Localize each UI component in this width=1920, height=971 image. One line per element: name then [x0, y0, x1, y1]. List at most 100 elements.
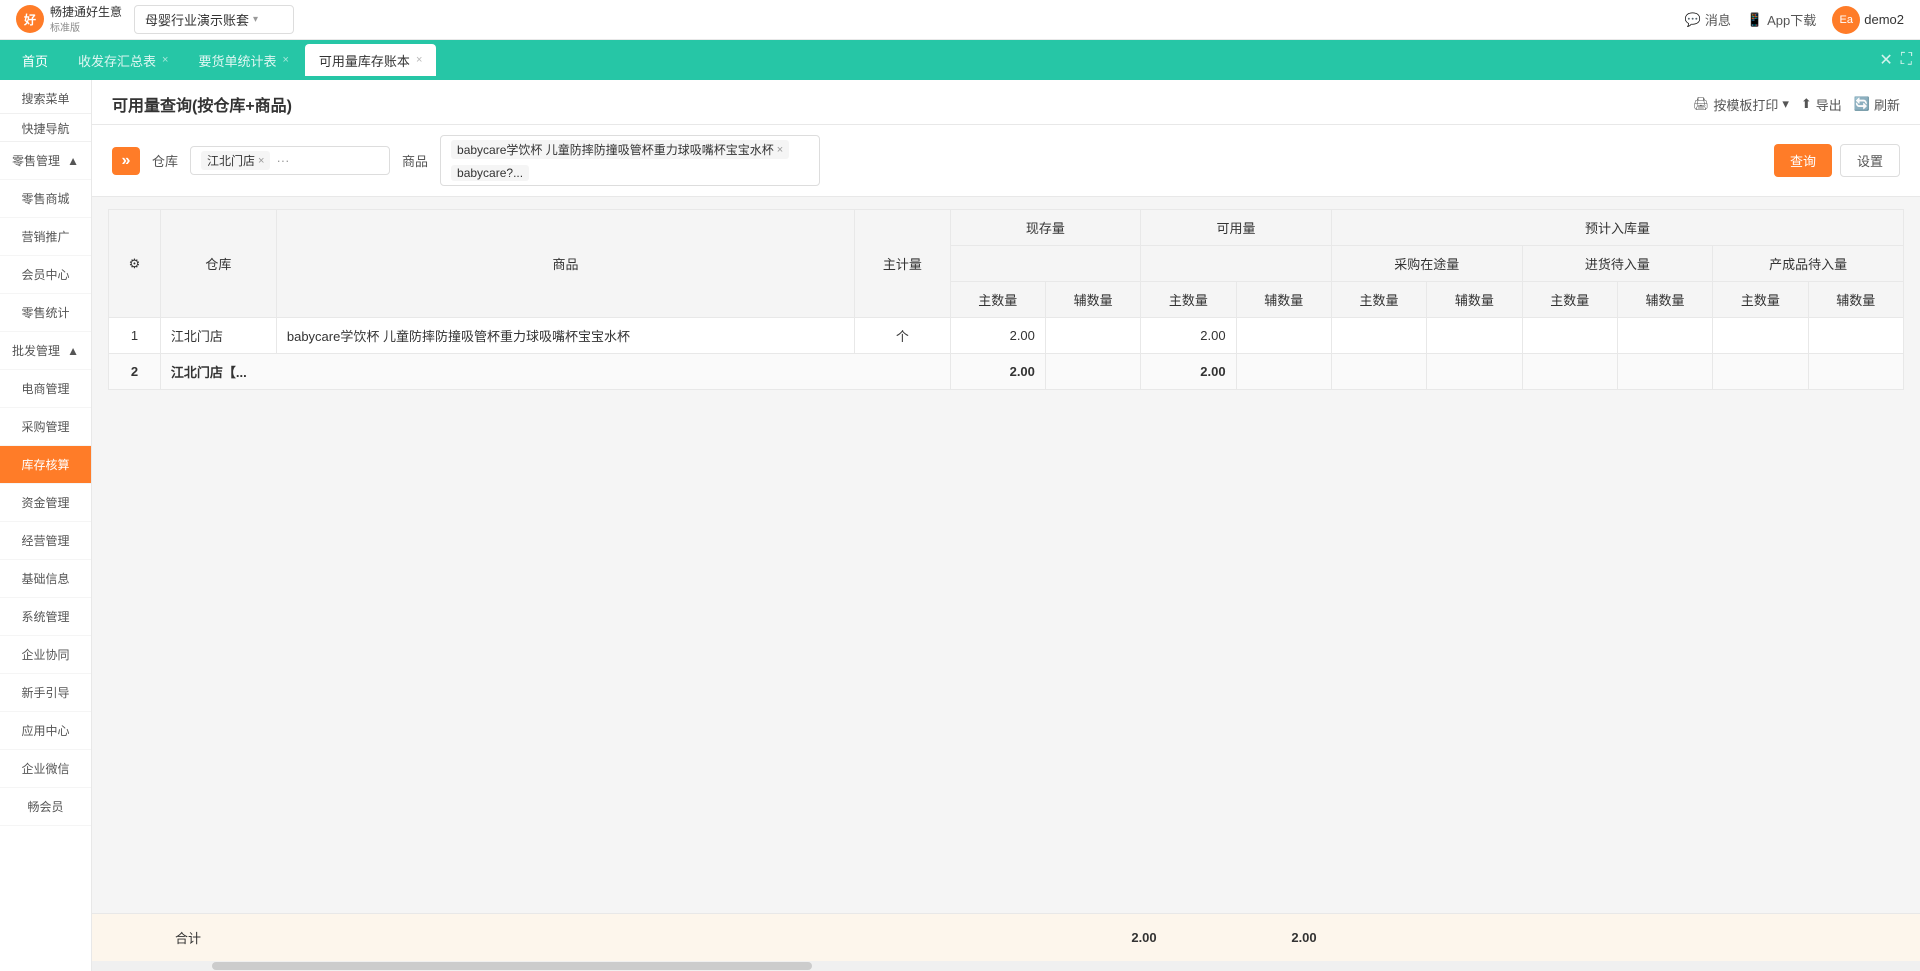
top-bar-left: 好 畅捷通好生意 标准版 母婴行业演示账套 ▾	[16, 5, 294, 34]
sidebar-item-purchase[interactable]: 采购管理	[0, 408, 91, 446]
sidebar-retail-label: 零售管理	[12, 152, 60, 169]
page-actions: 🖨 按模板打印 ▾ ⬆ 导出 🔄 刷新	[1693, 95, 1900, 114]
refresh-label: 刷新	[1874, 95, 1900, 114]
nav-tabs: 首页 收发存汇总表 × 要货单统计表 × 可用量库存账本 × ✕ ⛶	[0, 40, 1920, 80]
sidebar-ecommerce-label: 电商管理	[21, 380, 69, 397]
close-all-tabs-icon[interactable]: ✕	[1879, 50, 1892, 70]
logo-sub: 标准版	[50, 19, 122, 34]
sidebar-item-onboarding[interactable]: 新手引导	[0, 674, 91, 712]
row-1-avail-main: 2.00	[1141, 318, 1236, 354]
sidebar-item-wechat[interactable]: 企业微信	[0, 750, 91, 788]
top-bar: 好 畅捷通好生意 标准版 母婴行业演示账套 ▾ 💬 消息 📱 App下载 Ea …	[0, 0, 1920, 40]
col-product-header: 商品	[276, 210, 854, 318]
row-1-produced-sub	[1808, 318, 1903, 354]
row-1-unit: 个	[855, 318, 950, 354]
sidebar-search[interactable]: 搜索菜单	[0, 80, 91, 114]
tab-keyongliang[interactable]: 可用量库存账本 ×	[305, 44, 436, 76]
sidebar-quick-nav[interactable]: 快捷导航	[0, 114, 91, 142]
print-icon: 🖨	[1693, 96, 1710, 112]
sidebar-wholesale-label: 批发管理	[12, 342, 60, 359]
row-1-incoming-main	[1522, 318, 1617, 354]
total-row: 合计 2.00 2.00	[108, 922, 1904, 953]
account-name: 母婴行业演示账套	[145, 10, 249, 29]
subtotal-avail-sub	[1236, 354, 1331, 390]
col-purchase-header: 采购在途量	[1331, 246, 1522, 282]
export-button[interactable]: ⬆ 导出	[1801, 95, 1842, 114]
app-download-button[interactable]: 📱 App下载	[1747, 10, 1816, 29]
avatar-text: Ea	[1840, 14, 1853, 26]
app-label: App下载	[1767, 10, 1816, 29]
sidebar-enterprise-collab-label: 企业协同	[21, 646, 69, 663]
product-tag-1-text: babycare学饮杯 儿童防摔防撞吸管杯重力球吸嘴杯宝宝水杯	[457, 141, 774, 158]
row-1-stock-sub	[1045, 318, 1140, 354]
sidebar-retail-mall-label: 零售商城	[21, 190, 69, 207]
tab-yaohuo[interactable]: 要货单统计表 ×	[184, 44, 302, 76]
col-produced-main-header: 主数量	[1713, 282, 1808, 318]
settings-gear-icon: ⚙	[129, 256, 141, 271]
sidebar-item-retail-mall[interactable]: 零售商城	[0, 180, 91, 218]
logo-icon: 好	[16, 5, 44, 33]
sidebar-item-enterprise-collab[interactable]: 企业协同	[0, 636, 91, 674]
sidebar-item-operations[interactable]: 经营管理	[0, 522, 91, 560]
col-avail-sub-header2: 辅数量	[1236, 282, 1331, 318]
sidebar-purchase-label: 采购管理	[21, 418, 69, 435]
sidebar-item-retail-stats[interactable]: 零售统计	[0, 294, 91, 332]
sidebar-item-basic-info[interactable]: 基础信息	[0, 560, 91, 598]
subtotal-warehouse: 江北门店【...	[160, 354, 950, 390]
expand-icon[interactable]: ⛶	[1901, 51, 1912, 69]
refresh-button[interactable]: 🔄 刷新	[1854, 95, 1900, 114]
close-tab-yaohuo-icon[interactable]: ×	[282, 54, 288, 66]
horizontal-scrollbar[interactable]	[92, 961, 1920, 971]
warehouse-label: 仓库	[152, 151, 178, 170]
col-forecast-header: 预计入库量	[1331, 210, 1903, 246]
scrollbar-thumb[interactable]	[212, 962, 812, 970]
product-tag-1-close-icon[interactable]: ×	[777, 144, 783, 156]
sidebar-item-wholesale-mgmt[interactable]: 批发管理 ▲	[0, 332, 91, 370]
inventory-table: ⚙ 仓库 商品 主计量 现存量 可用量 预计入库量 采购在途量 进货待入量	[108, 209, 1904, 390]
col-stock-sub-header	[950, 246, 1141, 282]
avatar: Ea	[1832, 6, 1860, 34]
tab-shoufacun[interactable]: 收发存汇总表 ×	[64, 44, 182, 76]
quick-nav-label: 快捷导航	[21, 122, 69, 136]
col-stock-main-header: 主数量	[950, 282, 1045, 318]
close-tab-keyongliang-icon[interactable]: ×	[416, 54, 422, 66]
chevron-down-print-icon: ▾	[1782, 96, 1789, 112]
search-label: 搜索菜单	[21, 92, 69, 106]
sidebar-item-ecommerce[interactable]: 电商管理	[0, 370, 91, 408]
sidebar-item-finance[interactable]: 资金管理	[0, 484, 91, 522]
user-area[interactable]: Ea demo2	[1832, 6, 1904, 34]
subtotal-produced-sub	[1808, 354, 1903, 390]
print-button[interactable]: 🖨 按模板打印 ▾	[1693, 95, 1789, 114]
subtotal-purchase-main	[1331, 354, 1426, 390]
warehouse-tag-close-icon[interactable]: ×	[258, 155, 264, 167]
sidebar-item-retail-mgmt[interactable]: 零售管理 ▲	[0, 142, 91, 180]
sidebar-item-app-center[interactable]: 应用中心	[0, 712, 91, 750]
warehouse-tag: 江北门店 ×	[201, 151, 270, 170]
top-bar-right: 💬 消息 📱 App下载 Ea demo2	[1685, 6, 1904, 34]
message-button[interactable]: 💬 消息	[1685, 10, 1731, 29]
close-tab-shoufacun-icon[interactable]: ×	[162, 54, 168, 66]
tab-home[interactable]: 首页	[8, 44, 62, 76]
print-label: 按模板打印	[1713, 95, 1778, 114]
col-avail-sub-header	[1141, 246, 1332, 282]
subtotal-purchase-sub	[1427, 354, 1522, 390]
sidebar-item-member2[interactable]: 畅会员	[0, 788, 91, 826]
sidebar-item-member[interactable]: 会员中心	[0, 256, 91, 294]
col-unit-header: 主计量	[855, 210, 950, 318]
tab-home-label: 首页	[22, 51, 48, 70]
settings-button[interactable]: 设置	[1840, 144, 1900, 177]
sidebar-item-system[interactable]: 系统管理	[0, 598, 91, 636]
account-selector[interactable]: 母婴行业演示账套 ▾	[134, 5, 294, 34]
warehouse-filter-input[interactable]: 江北门店 × ···	[190, 146, 390, 175]
sidebar-item-inventory[interactable]: 库存核算	[0, 446, 91, 484]
filter-more-icon[interactable]: ···	[276, 153, 289, 168]
table-footer: 合计 2.00 2.00	[92, 913, 1920, 961]
col-warehouse-header: 仓库	[160, 210, 276, 318]
filter-toggle-button[interactable]: »	[112, 147, 140, 175]
sidebar-item-marketing[interactable]: 营销推广	[0, 218, 91, 256]
tab-keyongliang-label: 可用量库存账本	[319, 51, 410, 70]
query-button[interactable]: 查询	[1774, 144, 1832, 177]
row-1-produced-main	[1713, 318, 1808, 354]
product-filter-input[interactable]: babycare学饮杯 儿童防摔防撞吸管杯重力球吸嘴杯宝宝水杯 × babyca…	[440, 135, 820, 186]
col-settings[interactable]: ⚙	[109, 210, 161, 318]
